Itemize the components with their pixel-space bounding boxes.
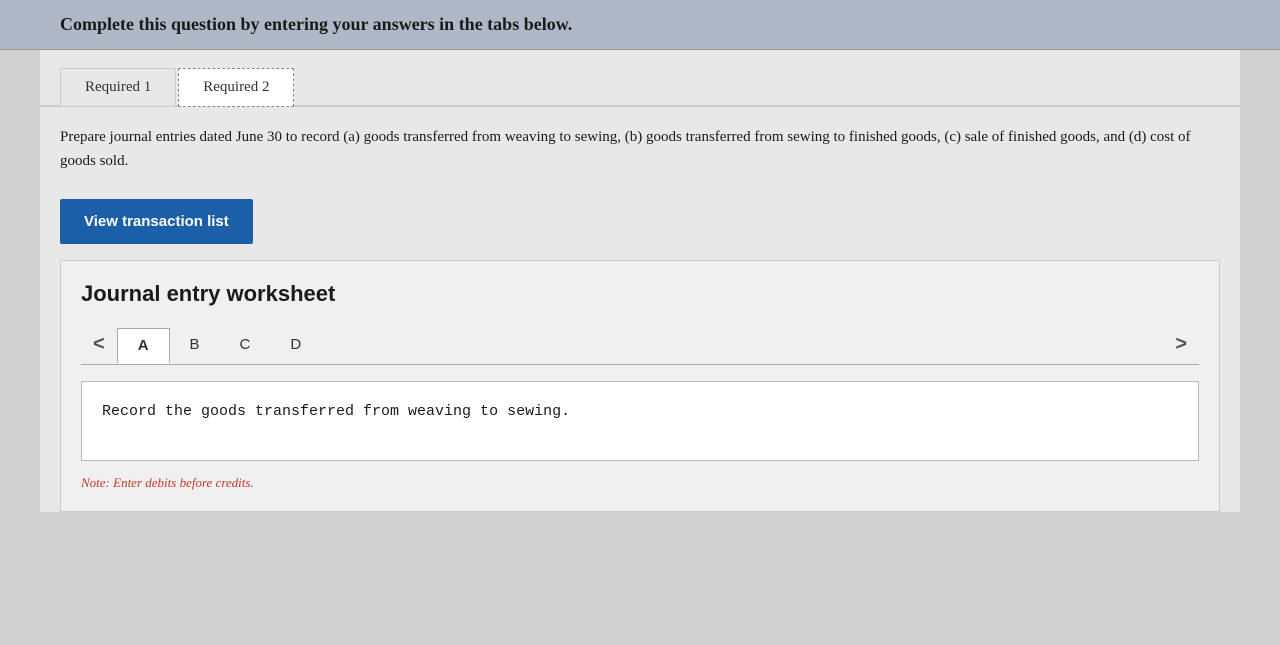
worksheet-tab-b[interactable]: B [170, 328, 220, 361]
record-text: Record the goods transferred from weavin… [102, 403, 570, 420]
worksheet-tab-c[interactable]: C [220, 328, 271, 361]
tab-required-2[interactable]: Required 2 [178, 68, 294, 107]
page-wrapper: Complete this question by entering your … [0, 0, 1280, 645]
tabs-row: Required 1 Required 2 [40, 50, 1240, 107]
view-transaction-button[interactable]: View transaction list [60, 199, 253, 244]
button-row: View transaction list [40, 191, 1240, 260]
instruction-text: Complete this question by entering your … [60, 14, 572, 34]
description-area: Prepare journal entries dated June 30 to… [40, 107, 1240, 191]
instruction-banner: Complete this question by entering your … [0, 0, 1280, 50]
description-text: Prepare journal entries dated June 30 to… [60, 129, 1191, 169]
worksheet-tab-d[interactable]: D [270, 328, 321, 361]
worksheet-tabs-row: < A B C D > [81, 325, 1199, 365]
record-box: Record the goods transferred from weavin… [81, 381, 1199, 461]
note-text: Note: Enter debits before credits. [81, 475, 1199, 491]
worksheet-title: Journal entry worksheet [81, 281, 1199, 307]
tab-required-1[interactable]: Required 1 [60, 68, 176, 107]
worksheet-next-button[interactable]: > [1163, 325, 1199, 364]
worksheet-tab-a[interactable]: A [117, 328, 170, 364]
worksheet-container: Journal entry worksheet < A B C D > Reco… [60, 260, 1220, 512]
worksheet-prev-button[interactable]: < [81, 325, 117, 364]
main-content: Required 1 Required 2 Prepare journal en… [40, 50, 1240, 512]
